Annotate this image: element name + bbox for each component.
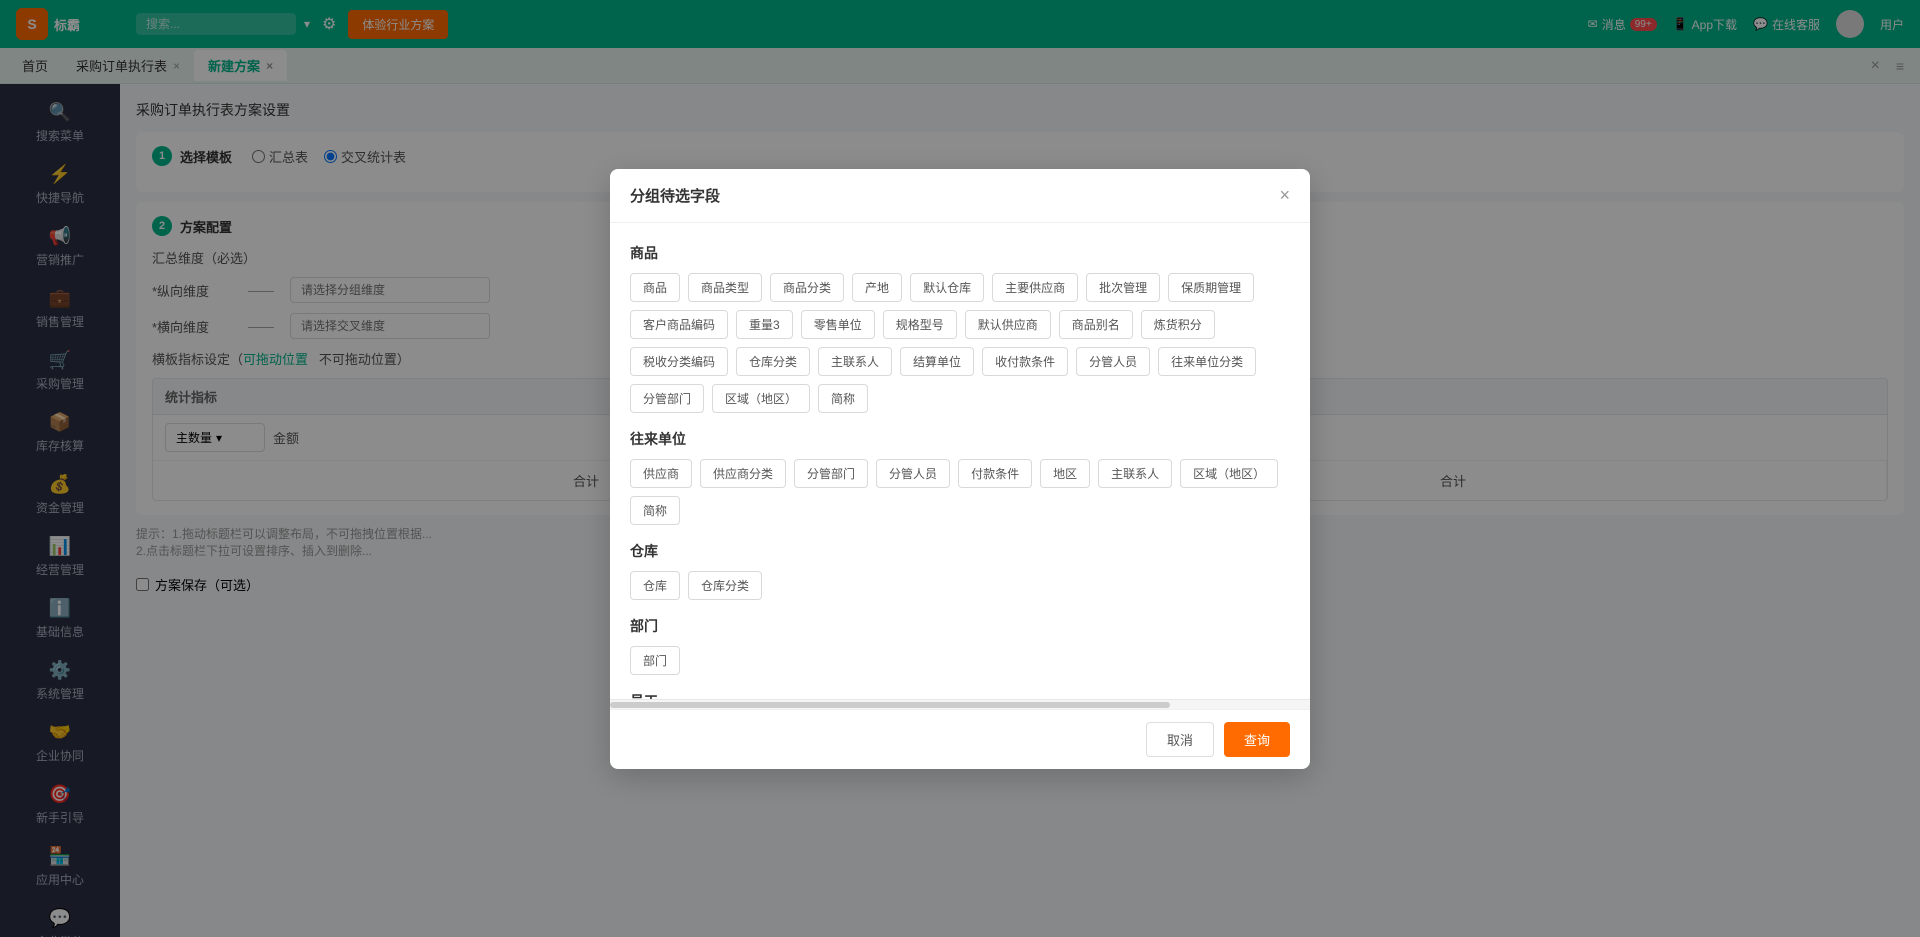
field-tag-0-19[interactable]: 收付款条件 xyxy=(982,347,1068,376)
field-tag-2-0[interactable]: 仓库 xyxy=(630,571,680,600)
field-tag-0-18[interactable]: 结算单位 xyxy=(900,347,974,376)
field-tag-0-24[interactable]: 简称 xyxy=(818,384,868,413)
field-tag-1-3[interactable]: 分管人员 xyxy=(876,459,950,488)
field-tag-1-2[interactable]: 分管部门 xyxy=(794,459,868,488)
cancel-button[interactable]: 取消 xyxy=(1146,722,1214,757)
field-tag-0-22[interactable]: 分管部门 xyxy=(630,384,704,413)
field-tag-0-12[interactable]: 默认供应商 xyxy=(965,310,1051,339)
field-tag-0-4[interactable]: 默认仓库 xyxy=(910,273,984,302)
field-tag-0-2[interactable]: 商品分类 xyxy=(770,273,844,302)
field-tag-1-4[interactable]: 付款条件 xyxy=(958,459,1032,488)
field-section-title-1: 往来单位 xyxy=(630,429,1290,449)
modal-horizontal-scrollbar[interactable] xyxy=(610,699,1310,709)
field-tag-1-0[interactable]: 供应商 xyxy=(630,459,692,488)
field-tag-0-8[interactable]: 客户商品编码 xyxy=(630,310,728,339)
field-tag-1-1[interactable]: 供应商分类 xyxy=(700,459,786,488)
modal-hscroll-thumb xyxy=(610,702,1170,708)
modal-overlay: 分组待选字段 × 商品商品商品类型商品分类产地默认仓库主要供应商批次管理保质期管… xyxy=(0,0,1920,937)
field-tag-0-5[interactable]: 主要供应商 xyxy=(992,273,1078,302)
field-tag-3-0[interactable]: 部门 xyxy=(630,646,680,675)
field-tag-0-16[interactable]: 仓库分类 xyxy=(736,347,810,376)
field-section-title-3: 部门 xyxy=(630,616,1290,636)
field-section-title-0: 商品 xyxy=(630,243,1290,263)
field-tag-0-9[interactable]: 重量3 xyxy=(736,310,793,339)
field-tag-0-11[interactable]: 规格型号 xyxy=(883,310,957,339)
field-tag-0-13[interactable]: 商品别名 xyxy=(1059,310,1133,339)
field-section-title-2: 仓库 xyxy=(630,541,1290,561)
modal-title: 分组待选字段 xyxy=(630,185,720,206)
modal-body: 商品商品商品类型商品分类产地默认仓库主要供应商批次管理保质期管理客户商品编码重量… xyxy=(610,223,1310,699)
field-tag-2-1[interactable]: 仓库分类 xyxy=(688,571,762,600)
field-tag-0-3[interactable]: 产地 xyxy=(852,273,902,302)
field-tag-0-15[interactable]: 税收分类编码 xyxy=(630,347,728,376)
modal-footer: 取消 查询 xyxy=(610,709,1310,769)
field-tags-2: 仓库仓库分类 xyxy=(630,571,1290,600)
field-tag-1-7[interactable]: 区域（地区） xyxy=(1180,459,1278,488)
modal-header: 分组待选字段 × xyxy=(610,169,1310,223)
field-tag-1-5[interactable]: 地区 xyxy=(1040,459,1090,488)
field-tags-0: 商品商品类型商品分类产地默认仓库主要供应商批次管理保质期管理客户商品编码重量3 零… xyxy=(630,273,1290,413)
modal-dialog: 分组待选字段 × 商品商品商品类型商品分类产地默认仓库主要供应商批次管理保质期管… xyxy=(610,169,1310,769)
field-tag-0-0[interactable]: 商品 xyxy=(630,273,680,302)
modal-close-button[interactable]: × xyxy=(1279,186,1290,204)
field-tag-0-1[interactable]: 商品类型 xyxy=(688,273,762,302)
field-tags-1: 供应商供应商分类分管部门分管人员付款条件地区主联系人区域（地区） 简称 xyxy=(630,459,1290,525)
field-tag-0-6[interactable]: 批次管理 xyxy=(1086,273,1160,302)
field-tag-0-23[interactable]: 区域（地区） xyxy=(712,384,810,413)
field-tag-0-21[interactable]: 往来单位分类 xyxy=(1158,347,1256,376)
field-tag-0-20[interactable]: 分管人员 xyxy=(1076,347,1150,376)
field-tag-0-14[interactable]: 炼货积分 xyxy=(1141,310,1215,339)
field-tag-1-6[interactable]: 主联系人 xyxy=(1098,459,1172,488)
field-section-title-4: 员工 xyxy=(630,691,1290,699)
confirm-button[interactable]: 查询 xyxy=(1224,722,1290,757)
field-tags-3: 部门 xyxy=(630,646,1290,675)
field-tag-0-7[interactable]: 保质期管理 xyxy=(1168,273,1254,302)
field-tag-0-17[interactable]: 主联系人 xyxy=(818,347,892,376)
field-tag-1-8[interactable]: 简称 xyxy=(630,496,680,525)
field-tag-0-10[interactable]: 零售单位 xyxy=(801,310,875,339)
